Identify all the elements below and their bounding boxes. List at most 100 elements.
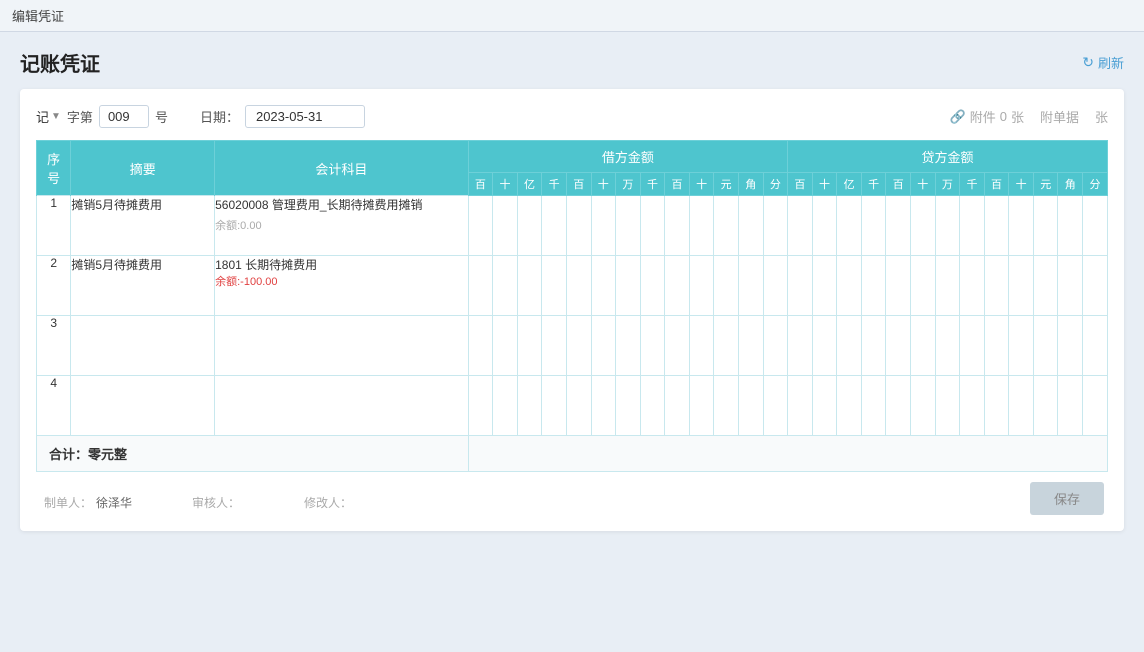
debit-cell[interactable] [542,316,567,376]
credit-cell[interactable] [812,256,837,316]
debit-cell[interactable] [542,376,567,436]
refresh-button[interactable]: ↻ 刷新 [1082,53,1124,72]
cell-summary[interactable]: 摊销5月待摊费用 [71,196,215,256]
credit-cell[interactable] [1033,376,1058,436]
debit-cell[interactable] [566,316,591,376]
credit-cell[interactable] [861,316,886,376]
debit-cell[interactable] [493,256,518,316]
debit-cell[interactable] [738,376,763,436]
debit-cell[interactable] [616,376,641,436]
cell-account[interactable]: 56020008 管理费用_长期待摊费用摊销余额:0.00 [215,196,468,256]
debit-cell[interactable] [566,376,591,436]
credit-cell[interactable] [812,316,837,376]
credit-cell[interactable] [935,196,960,256]
debit-cell[interactable] [640,256,665,316]
date-input[interactable]: 2023-05-31 [245,105,365,128]
credit-cell[interactable] [1009,256,1034,316]
credit-cell[interactable] [1058,376,1083,436]
debit-cell[interactable] [493,196,518,256]
cell-account[interactable] [215,376,468,436]
debit-cell[interactable] [468,316,493,376]
credit-cell[interactable] [911,196,936,256]
debit-cell[interactable] [640,376,665,436]
credit-cell[interactable] [1083,316,1108,376]
fudanju-label[interactable]: 附单据 [1040,107,1079,126]
credit-cell[interactable] [935,256,960,316]
debit-cell[interactable] [640,316,665,376]
credit-cell[interactable] [837,196,862,256]
debit-cell[interactable] [542,256,567,316]
credit-cell[interactable] [1058,256,1083,316]
debit-cell[interactable] [468,196,493,256]
credit-cell[interactable] [788,196,813,256]
credit-cell[interactable] [1009,376,1034,436]
debit-cell[interactable] [616,256,641,316]
debit-cell[interactable] [665,316,690,376]
credit-cell[interactable] [886,376,911,436]
debit-cell[interactable] [517,316,542,376]
debit-cell[interactable] [591,316,616,376]
credit-cell[interactable] [911,376,936,436]
credit-cell[interactable] [1009,196,1034,256]
debit-cell[interactable] [689,196,714,256]
debit-cell[interactable] [689,376,714,436]
debit-cell[interactable] [714,376,739,436]
debit-cell[interactable] [616,196,641,256]
debit-cell[interactable] [517,256,542,316]
debit-cell[interactable] [493,316,518,376]
cell-summary[interactable]: 摊销5月待摊费用 [71,256,215,316]
cell-summary[interactable] [71,316,215,376]
credit-cell[interactable] [960,256,985,316]
debit-cell[interactable] [616,316,641,376]
cell-account[interactable]: 1801 长期待摊费用余额:-100.00 [215,256,468,316]
debit-cell[interactable] [591,376,616,436]
debit-cell[interactable] [763,316,788,376]
credit-cell[interactable] [984,256,1009,316]
credit-cell[interactable] [1033,256,1058,316]
credit-cell[interactable] [911,256,936,316]
credit-cell[interactable] [861,196,886,256]
debit-cell[interactable] [665,196,690,256]
debit-cell[interactable] [640,196,665,256]
credit-cell[interactable] [1058,196,1083,256]
credit-cell[interactable] [886,316,911,376]
debit-cell[interactable] [763,376,788,436]
credit-cell[interactable] [1083,196,1108,256]
debit-cell[interactable] [591,256,616,316]
debit-cell[interactable] [689,316,714,376]
debit-cell[interactable] [517,196,542,256]
credit-cell[interactable] [960,376,985,436]
credit-cell[interactable] [812,376,837,436]
table-row[interactable]: 2摊销5月待摊费用1801 长期待摊费用余额:-100.00 [37,256,1108,316]
table-row[interactable]: 3 [37,316,1108,376]
credit-cell[interactable] [935,316,960,376]
save-button[interactable]: 保存 [1030,482,1104,515]
table-row[interactable]: 4 [37,376,1108,436]
debit-cell[interactable] [738,196,763,256]
credit-cell[interactable] [935,376,960,436]
credit-cell[interactable] [960,196,985,256]
credit-cell[interactable] [861,376,886,436]
debit-cell[interactable] [714,256,739,316]
credit-cell[interactable] [812,196,837,256]
credit-cell[interactable] [1009,316,1034,376]
credit-cell[interactable] [1033,316,1058,376]
debit-cell[interactable] [566,256,591,316]
zi-number-input[interactable]: 009 [99,105,149,128]
credit-cell[interactable] [1083,256,1108,316]
debit-cell[interactable] [468,376,493,436]
credit-cell[interactable] [1033,196,1058,256]
debit-cell[interactable] [763,256,788,316]
debit-cell[interactable] [714,196,739,256]
credit-cell[interactable] [911,316,936,376]
credit-cell[interactable] [984,196,1009,256]
debit-cell[interactable] [566,196,591,256]
credit-cell[interactable] [984,316,1009,376]
table-row[interactable]: 1摊销5月待摊费用56020008 管理费用_长期待摊费用摊销余额:0.00 [37,196,1108,256]
credit-cell[interactable] [788,376,813,436]
debit-cell[interactable] [542,196,567,256]
type-dropdown[interactable]: 记 ▼ [36,107,61,126]
debit-cell[interactable] [665,256,690,316]
credit-cell[interactable] [1058,316,1083,376]
credit-cell[interactable] [837,376,862,436]
